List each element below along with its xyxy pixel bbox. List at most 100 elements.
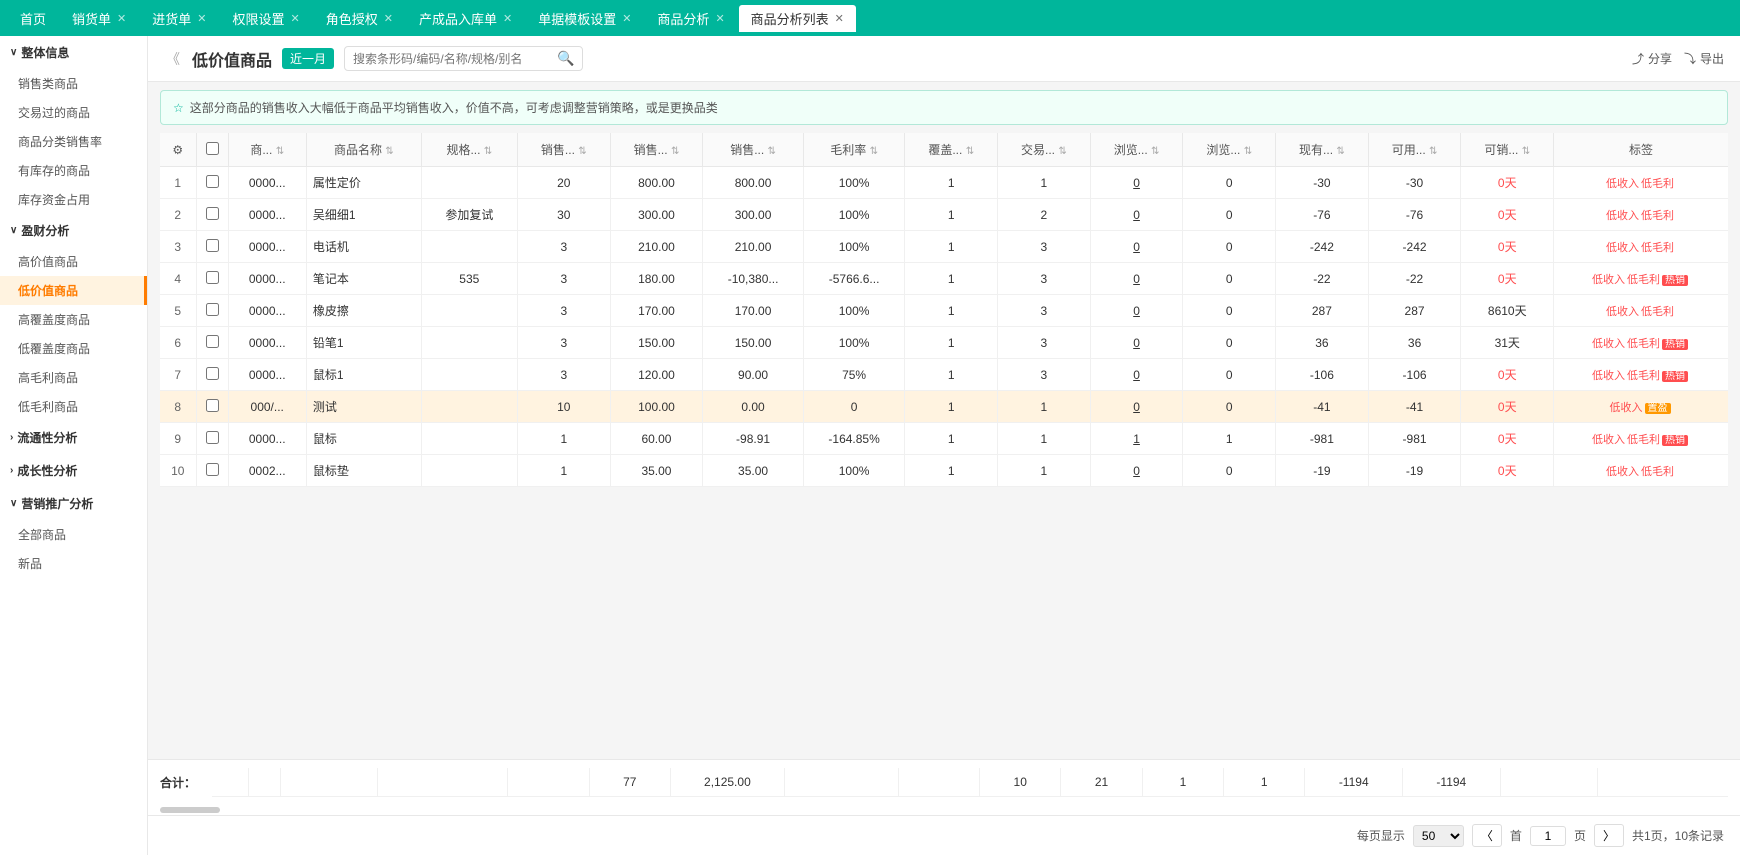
row-checkbox[interactable] [196,391,228,423]
browse1-col-header[interactable]: 浏览... ⇅ [1090,133,1183,167]
nav-close-sales-order[interactable]: ✕ [117,12,126,25]
browse1-link[interactable]: 0 [1133,176,1140,190]
current-col-header[interactable]: 现有... ⇅ [1276,133,1369,167]
sidebar-item-all-products[interactable]: 全部商品 [0,520,147,549]
row-name[interactable]: 鼠标1 [306,359,421,391]
nav-sales-order[interactable]: 销货单 ✕ [60,5,138,32]
transaction-col-header[interactable]: 交易... ⇅ [998,133,1091,167]
row-name[interactable]: 橡皮擦 [306,295,421,327]
row-name[interactable]: 鼠标垫 [306,455,421,487]
nav-close-product-analysis[interactable]: ✕ [715,12,724,25]
sidebar-item-inventory-capital[interactable]: 库存资金占用 [0,185,147,214]
row-browse1[interactable]: 0 [1090,391,1183,423]
saleable-col-header[interactable]: 可销... ⇅ [1461,133,1554,167]
sidebar-item-high-margin[interactable]: 高毛利商品 [0,363,147,392]
browse1-link[interactable]: 1 [1133,432,1140,446]
checkbox-col-header[interactable] [196,133,228,167]
search-input[interactable] [353,52,553,66]
nav-home[interactable]: 首页 [8,5,58,32]
nav-close-purchase-order[interactable]: ✕ [197,12,206,25]
sidebar-group-overview[interactable]: ∨ 整体信息 [0,36,147,69]
row-checkbox[interactable] [196,167,228,199]
row-select-checkbox[interactable] [206,239,219,252]
row-browse1[interactable]: 0 [1090,327,1183,359]
row-name[interactable]: 电话机 [306,231,421,263]
spec-col-header[interactable]: 规格... ⇅ [421,133,517,167]
browse1-link[interactable]: 0 [1133,400,1140,414]
sidebar-item-stocked-products[interactable]: 有库存的商品 [0,156,147,185]
select-all-checkbox[interactable] [206,142,219,155]
browse1-link[interactable]: 0 [1133,304,1140,318]
row-checkbox[interactable] [196,199,228,231]
sales-amount-col-header[interactable]: 销售... ⇅ [610,133,703,167]
next-page-button[interactable]: 〉 [1594,824,1624,847]
row-checkbox[interactable] [196,359,228,391]
share-button[interactable]: ⤴ 分享 [1632,50,1672,67]
sidebar-item-low-coverage[interactable]: 低覆盖度商品 [0,334,147,363]
row-select-checkbox[interactable] [206,399,219,412]
row-browse1[interactable]: 0 [1090,263,1183,295]
row-browse1[interactable]: 0 [1090,231,1183,263]
row-name[interactable]: 鼠标 [306,423,421,455]
nav-close-permission[interactable]: ✕ [291,12,300,25]
sidebar-item-category-sales-rate[interactable]: 商品分类销售率 [0,127,147,156]
row-checkbox[interactable] [196,327,228,359]
settings-col-header[interactable]: ⚙ [160,133,196,167]
browse1-link[interactable]: 0 [1133,336,1140,350]
filter-tag-button[interactable]: 近一月 [282,48,334,69]
sales-avg-col-header[interactable]: 销售... ⇅ [703,133,804,167]
search-icon[interactable]: 🔍 [557,50,574,67]
row-browse1[interactable]: 0 [1090,455,1183,487]
nav-close-role-auth[interactable]: ✕ [384,12,393,25]
row-browse1[interactable]: 0 [1090,359,1183,391]
nav-close-template[interactable]: ✕ [622,12,631,25]
nav-product-analysis-list[interactable]: 商品分析列表 ✕ [739,5,856,32]
nav-permission-settings[interactable]: 权限设置 ✕ [220,5,311,32]
row-name[interactable]: 属性定价 [306,167,421,199]
row-browse1[interactable]: 0 [1090,167,1183,199]
row-select-checkbox[interactable] [206,207,219,220]
row-checkbox[interactable] [196,455,228,487]
nav-product-inbound[interactable]: 产成品入库单 ✕ [407,5,524,32]
coverage-col-header[interactable]: 覆盖... ⇅ [905,133,998,167]
browse1-link[interactable]: 0 [1133,464,1140,478]
sidebar-group-marketing[interactable]: ∨ 营销推广分析 [0,487,147,520]
sidebar-item-high-value[interactable]: 高价值商品 [0,247,147,276]
code-col-header[interactable]: 商... ⇅ [228,133,306,167]
sidebar-item-high-coverage[interactable]: 高覆盖度商品 [0,305,147,334]
available-col-header[interactable]: 可用... ⇅ [1368,133,1461,167]
collapse-sidebar-button[interactable]: 《 [164,47,182,71]
row-checkbox[interactable] [196,423,228,455]
row-browse1[interactable]: 1 [1090,423,1183,455]
sidebar-item-sales-products[interactable]: 销售类商品 [0,69,147,98]
sidebar-item-new-products[interactable]: 新品 [0,549,147,578]
row-select-checkbox[interactable] [206,271,219,284]
browse2-col-header[interactable]: 浏览... ⇅ [1183,133,1276,167]
name-col-header[interactable]: 商品名称 ⇅ [306,133,421,167]
row-select-checkbox[interactable] [206,175,219,188]
gross-margin-col-header[interactable]: 毛利率 ⇅ [803,133,905,167]
nav-product-analysis[interactable]: 商品分析 ✕ [645,5,736,32]
nav-close-product-analysis-list[interactable]: ✕ [835,12,844,25]
row-checkbox[interactable] [196,295,228,327]
nav-template-settings[interactable]: 单据模板设置 ✕ [526,5,643,32]
settings-icon[interactable]: ⚙ [172,143,183,157]
row-name[interactable]: 笔记本 [306,263,421,295]
row-checkbox[interactable] [196,263,228,295]
row-name[interactable]: 铅笔1 [306,327,421,359]
export-button[interactable]: ⤵ 导出 [1684,50,1724,67]
row-name[interactable]: 吴细细1 [306,199,421,231]
browse1-link[interactable]: 0 [1133,272,1140,286]
row-name[interactable]: 测试 [306,391,421,423]
sidebar-group-profit-analysis[interactable]: ∨ 盈财分析 [0,214,147,247]
row-select-checkbox[interactable] [206,431,219,444]
page-number-input[interactable] [1530,826,1566,846]
row-select-checkbox[interactable] [206,367,219,380]
per-page-select[interactable]: 50 100 200 [1413,825,1464,847]
sidebar-item-traded-products[interactable]: 交易过的商品 [0,98,147,127]
sales-qty-col-header[interactable]: 销售... ⇅ [517,133,610,167]
browse1-link[interactable]: 0 [1133,368,1140,382]
browse1-link[interactable]: 0 [1133,208,1140,222]
nav-close-product-inbound[interactable]: ✕ [503,12,512,25]
first-page-button[interactable]: 〈 [1472,824,1502,847]
